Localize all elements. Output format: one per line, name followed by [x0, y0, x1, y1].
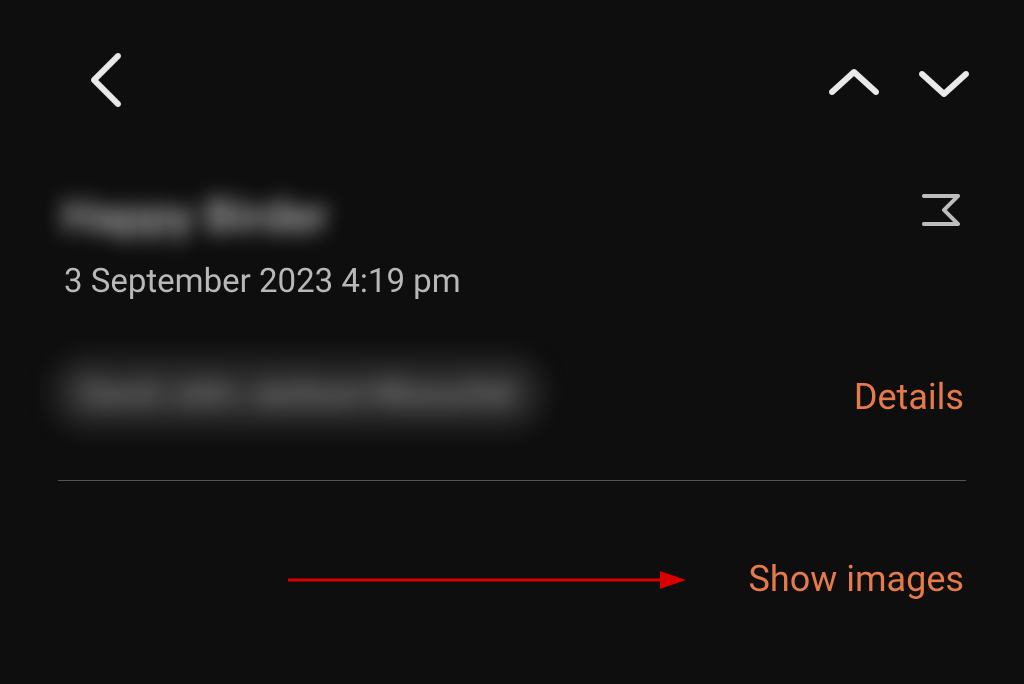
email-subject: Happy Birder: [62, 190, 328, 244]
flag-icon: [918, 192, 964, 238]
chevron-up-icon: [824, 58, 884, 108]
next-message-button[interactable]: [914, 58, 974, 108]
sender-chip[interactable]: David John Jackson-Musuchel: [50, 356, 545, 430]
sender-name: David John Jackson-Musuchel: [80, 374, 515, 412]
show-images-link[interactable]: Show images: [748, 558, 964, 600]
chevron-left-icon: [78, 50, 138, 110]
annotation-arrow: [288, 579, 686, 581]
flag-button[interactable]: [918, 192, 964, 238]
details-link[interactable]: Details: [854, 376, 964, 418]
email-view-screen: Happy Birder 3 September 2023 4:19 pm Da…: [0, 0, 1024, 684]
header-divider: [58, 480, 966, 481]
email-timestamp: 3 September 2023 4:19 pm: [64, 262, 461, 301]
top-bar: [0, 40, 1024, 110]
chevron-down-icon: [914, 58, 974, 108]
previous-message-button[interactable]: [824, 58, 884, 108]
back-button[interactable]: [78, 50, 138, 110]
